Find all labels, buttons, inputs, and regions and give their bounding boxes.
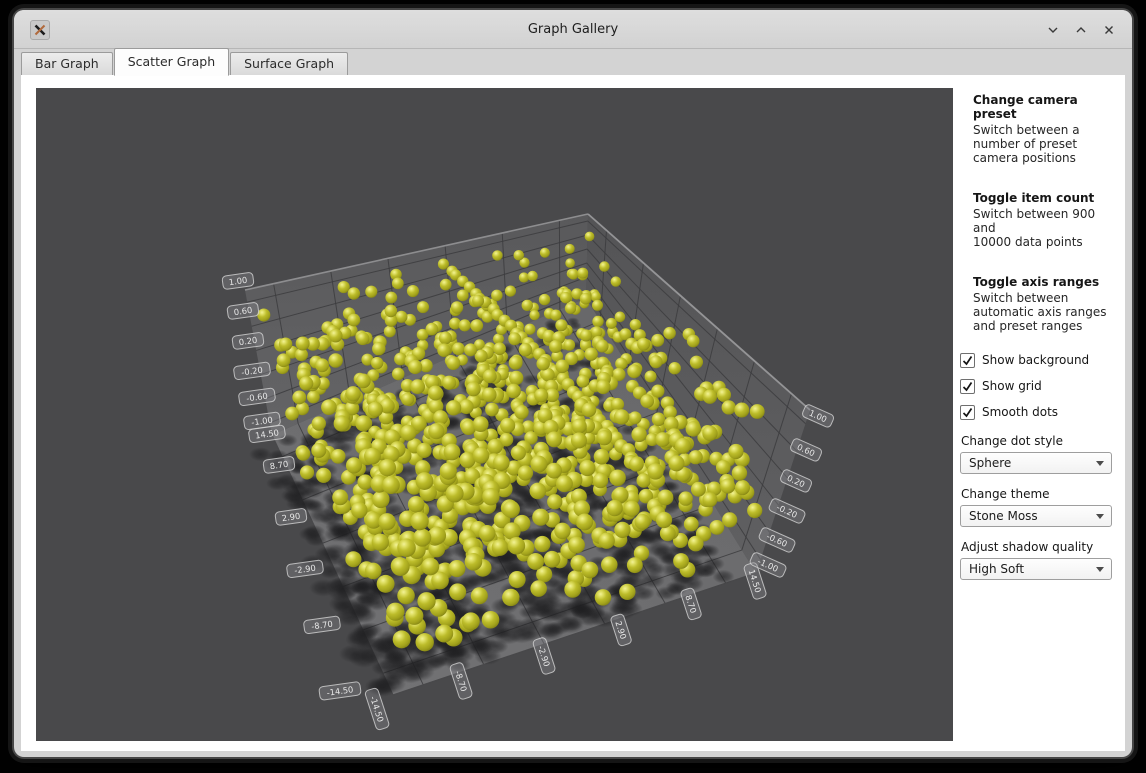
change-theme-label: Change theme [961,487,1050,501]
dot-style-dropdown[interactable]: Sphere [960,452,1112,474]
change-dot-style-label: Change dot style [961,434,1064,448]
toggle-axis-ranges-button[interactable]: Toggle axis ranges Switch between automa… [960,275,1116,333]
change-camera-preset-button[interactable]: Change camera preset Switch between a nu… [960,93,1116,165]
button-description-line: number of preset [973,137,1078,151]
tab-surface-graph[interactable]: Surface Graph [230,52,349,75]
checkbox-label: Show grid [982,379,1042,393]
checkbox-label: Show background [982,353,1090,367]
button-title: Toggle item count [973,191,1095,205]
app-window: Graph Gallery Bar Graph Scatter Graph Su… [14,10,1132,757]
show-grid-checkbox[interactable]: Show grid [960,377,1116,395]
adjust-shadow-quality-label: Adjust shadow quality [961,540,1094,554]
button-description-line: and preset ranges [973,319,1083,333]
button-description-line: 10000 data points [973,235,1083,249]
check-mark-icon [962,407,973,417]
dropdown-value: High Soft [969,562,1025,576]
button-title: Toggle axis ranges [973,275,1100,289]
button-description-line: Switch between 900 and [973,207,1096,235]
dropdown-value: Stone Moss [969,509,1038,523]
button-description-line: Switch between a [973,123,1080,137]
tab-bar: Bar Graph Scatter Graph Surface Graph [14,48,1132,76]
triangle-down-icon [1096,514,1104,519]
checkbox-box[interactable] [960,404,975,420]
smooth-dots-checkbox[interactable]: Smooth dots [960,403,1116,421]
chevron-down-icon [1048,27,1057,33]
desktop-background: Graph Gallery Bar Graph Scatter Graph Su… [0,0,1146,773]
controls-panel: Change camera preset Switch between a nu… [960,93,1116,580]
tab-bar-graph[interactable]: Bar Graph [21,52,113,75]
titlebar[interactable]: Graph Gallery [14,10,1132,49]
window-controls [1043,20,1118,39]
shadow-quality-dropdown[interactable]: High Soft [960,558,1112,580]
check-mark-icon [962,381,973,391]
close-icon [1104,25,1113,34]
triangle-down-icon [1096,461,1104,466]
maximize-button[interactable] [1071,20,1090,39]
triangle-down-icon [1096,567,1104,572]
check-mark-icon [962,355,973,365]
checkbox-label: Smooth dots [982,405,1059,419]
button-description-line: Switch between [973,291,1069,305]
dropdown-value: Sphere [969,456,1012,470]
checkbox-box[interactable] [960,352,975,368]
scatter-3d-view[interactable]: 1.00 0.60 0.20 -0.20 -0.60 -1.00 14.50 8.70 2.90… [36,88,953,741]
theme-dropdown[interactable]: Stone Moss [960,505,1112,527]
chevron-up-icon [1076,26,1085,32]
tab-scatter-graph[interactable]: Scatter Graph [113,48,230,76]
close-button[interactable] [1099,20,1118,39]
checkbox-box[interactable] [960,378,975,394]
minimize-button[interactable] [1043,20,1062,39]
toggle-item-count-button[interactable]: Toggle item count Switch between 900 and… [960,191,1116,249]
window-title: Graph Gallery [527,21,619,37]
button-title: Change camera preset [973,93,1078,121]
tab-content-pane: 1.00 0.60 0.20 -0.20 -0.60 -1.00 14.50 8.70 2.90… [21,74,1125,751]
show-background-checkbox[interactable]: Show background [960,351,1116,369]
button-description-line: automatic axis ranges [973,305,1107,319]
button-description-line: camera positions [973,151,1076,165]
